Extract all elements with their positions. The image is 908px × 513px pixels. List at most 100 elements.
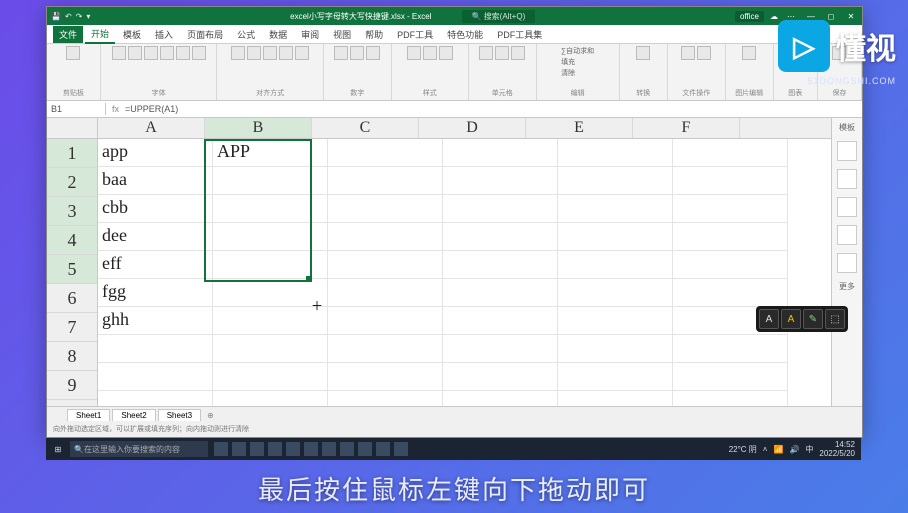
italic-icon[interactable] [128,46,142,60]
file-op-icon[interactable] [681,46,695,60]
cell-a4[interactable]: dee [98,223,213,251]
sheet-tab-3[interactable]: Sheet3 [158,409,201,421]
cell-b6[interactable] [213,279,328,307]
cell-b3[interactable] [213,195,328,223]
fill-button[interactable]: 填充 [561,57,575,67]
tool-text-a[interactable]: A [759,309,779,329]
cells-area[interactable]: appAPP baa cbb dee eff fgg ghh ＋ [98,139,862,406]
row-header-4[interactable]: 4 [47,226,97,255]
format-cell-icon[interactable] [511,46,525,60]
border-icon[interactable] [160,46,174,60]
search-box[interactable]: 🔍 搜索(Alt+Q) [462,10,536,23]
underline-icon[interactable] [144,46,158,60]
row-header-3[interactable]: 3 [47,197,97,226]
tab-home[interactable]: 开始 [85,25,115,44]
app-icon[interactable] [232,442,246,456]
align-center-icon[interactable] [247,46,261,60]
weather-widget[interactable]: 22°C 阴 [729,444,757,455]
volume-icon[interactable]: 🔊 [789,445,799,454]
app-icon[interactable] [304,442,318,456]
cell-b1[interactable]: APP [213,139,328,167]
row-header-8[interactable]: 8 [47,342,97,371]
redo-icon[interactable]: ↷ [76,12,83,21]
cell-a10[interactable] [98,391,213,406]
cell-a8[interactable] [98,335,213,363]
cell-a9[interactable] [98,363,213,391]
tray-chevron-icon[interactable]: ˄ [763,445,768,454]
pane-item-project[interactable] [837,225,857,245]
pane-item-chart[interactable] [837,197,857,217]
app-icon[interactable] [322,442,336,456]
pane-more[interactable]: 更多 [839,281,855,292]
convert-pdf-icon[interactable] [636,46,650,60]
pane-item-calendar[interactable] [837,169,857,189]
tool-text-a2[interactable]: A [781,309,801,329]
tool-pen-icon[interactable]: ✎ [803,309,823,329]
name-box[interactable]: B1 [47,103,106,115]
table-style-icon[interactable] [423,46,437,60]
undo-icon[interactable]: ↶ [65,12,72,21]
cell-a5[interactable]: eff [98,251,213,279]
cell-c1[interactable] [328,139,443,167]
pane-item-stats[interactable] [837,253,857,273]
tab-file[interactable]: 文件 [53,26,83,43]
row-header-1[interactable]: 1 [47,139,97,168]
col-header-a[interactable]: A [98,118,205,138]
cell-a1[interactable]: app [98,139,213,167]
app-icon[interactable] [340,442,354,456]
fx-icon[interactable]: fx [112,104,119,114]
cell-b2[interactable] [213,167,328,195]
comma-icon[interactable] [366,46,380,60]
pane-item-finance[interactable] [837,141,857,161]
clock-time[interactable]: 14:52 [819,440,855,449]
app-icon[interactable] [394,442,408,456]
cond-format-icon[interactable] [407,46,421,60]
row-header-7[interactable]: 7 [47,313,97,342]
font-color-icon[interactable] [192,46,206,60]
align-left-icon[interactable] [231,46,245,60]
row-header-2[interactable]: 2 [47,168,97,197]
cell-style-icon[interactable] [439,46,453,60]
delete-cell-icon[interactable] [495,46,509,60]
tab-help[interactable]: 帮助 [359,26,389,43]
app-icon[interactable] [250,442,264,456]
tool-rect-icon[interactable]: ⬚ [825,309,845,329]
clear-button[interactable]: 清除 [561,68,575,78]
tab-template[interactable]: 模板 [117,26,147,43]
cloud-icon[interactable]: ☁ [770,12,778,21]
taskbar-search[interactable]: 🔍 在这里输入你要搜索的内容 [70,441,208,457]
cell-b5[interactable] [213,251,328,279]
cell-e1[interactable] [558,139,673,167]
save-icon[interactable]: 💾 [51,12,61,21]
fill-color-icon[interactable] [176,46,190,60]
autosum-button[interactable]: ∑自动求和 [561,46,594,56]
row-header-6[interactable]: 6 [47,284,97,313]
wrap-text-icon[interactable] [279,46,293,60]
fill-handle[interactable] [306,276,311,281]
tab-special[interactable]: 特色功能 [441,26,489,43]
ime-icon[interactable]: 中 [805,444,813,455]
paste-icon[interactable] [66,46,80,60]
col-header-e[interactable]: E [526,118,633,138]
tab-pdf[interactable]: PDF工具 [391,26,439,43]
tab-review[interactable]: 审阅 [295,26,325,43]
cell-a2[interactable]: baa [98,167,213,195]
app-icon[interactable] [376,442,390,456]
tab-insert[interactable]: 插入 [149,26,179,43]
select-all-corner[interactable] [47,118,97,139]
new-sheet-icon[interactable]: ⊕ [203,410,218,421]
cell-b4[interactable] [213,223,328,251]
cell-f1[interactable] [673,139,788,167]
cell-b7[interactable] [213,307,328,335]
sheet-tab-1[interactable]: Sheet1 [67,409,110,421]
bold-icon[interactable] [112,46,126,60]
start-button[interactable]: ⊞ [46,445,70,454]
tab-view[interactable]: 视图 [327,26,357,43]
cell-a7[interactable]: ghh [98,307,213,335]
align-right-icon[interactable] [263,46,277,60]
app-icon[interactable] [214,442,228,456]
network-icon[interactable]: 📶 [773,445,783,454]
qat-more-icon[interactable]: ▾ [86,12,90,21]
percent-icon[interactable] [350,46,364,60]
insert-cell-icon[interactable] [479,46,493,60]
